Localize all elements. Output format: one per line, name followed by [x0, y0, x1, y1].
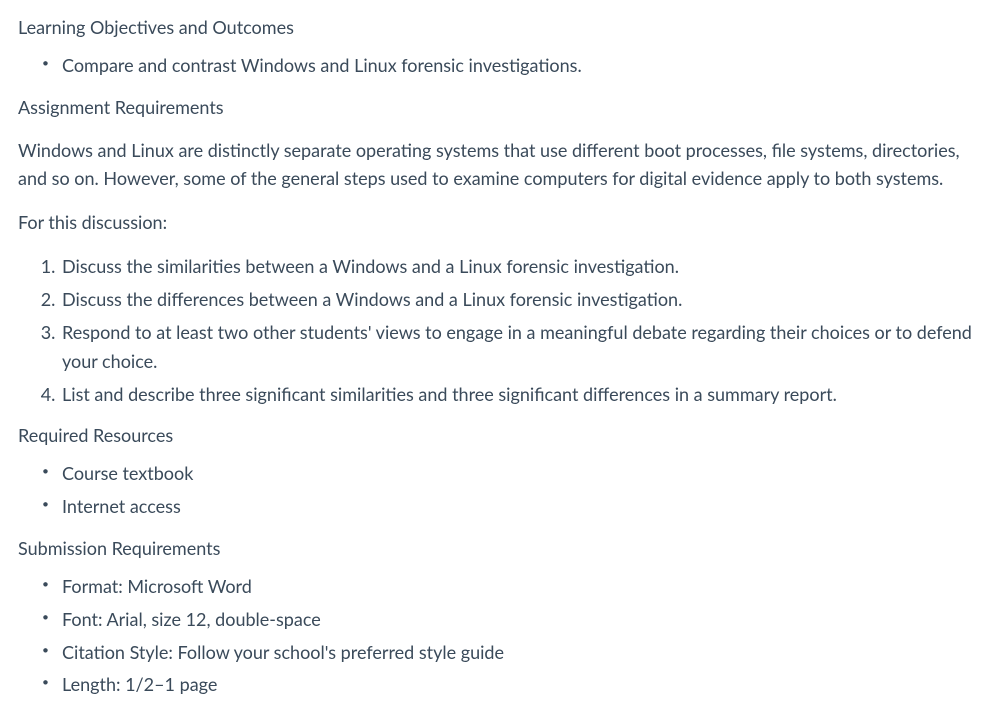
resources-list: Course textbook Internet access [18, 459, 982, 521]
list-item: Course textbook [46, 459, 982, 488]
submission-list: Format: Microsoft Word Font: Arial, size… [18, 572, 982, 699]
list-item: Font: Arial, size 12, double-space [46, 605, 982, 634]
discussion-list: Discuss the similarities between a Windo… [18, 252, 982, 408]
list-item: Length: 1/2–1 page [46, 670, 982, 699]
objectives-list: Compare and contrast Windows and Linux f… [18, 51, 982, 80]
list-item: List and describe three significant simi… [60, 380, 982, 409]
resources-heading: Required Resources [18, 422, 982, 449]
objectives-heading: Learning Objectives and Outcomes [18, 14, 982, 41]
submission-heading: Submission Requirements [18, 535, 982, 562]
list-item: Discuss the differences between a Window… [60, 285, 982, 314]
list-item: Respond to at least two other students' … [60, 318, 982, 376]
list-item: Discuss the similarities between a Windo… [60, 252, 982, 281]
requirements-heading: Assignment Requirements [18, 94, 982, 121]
list-item: Citation Style: Follow your school's pre… [46, 638, 982, 667]
list-item: Internet access [46, 492, 982, 521]
list-item: Format: Microsoft Word [46, 572, 982, 601]
list-item: Compare and contrast Windows and Linux f… [46, 51, 982, 80]
requirements-intro: Windows and Linux are distinctly separat… [18, 137, 982, 193]
discussion-label: For this discussion: [18, 209, 982, 237]
